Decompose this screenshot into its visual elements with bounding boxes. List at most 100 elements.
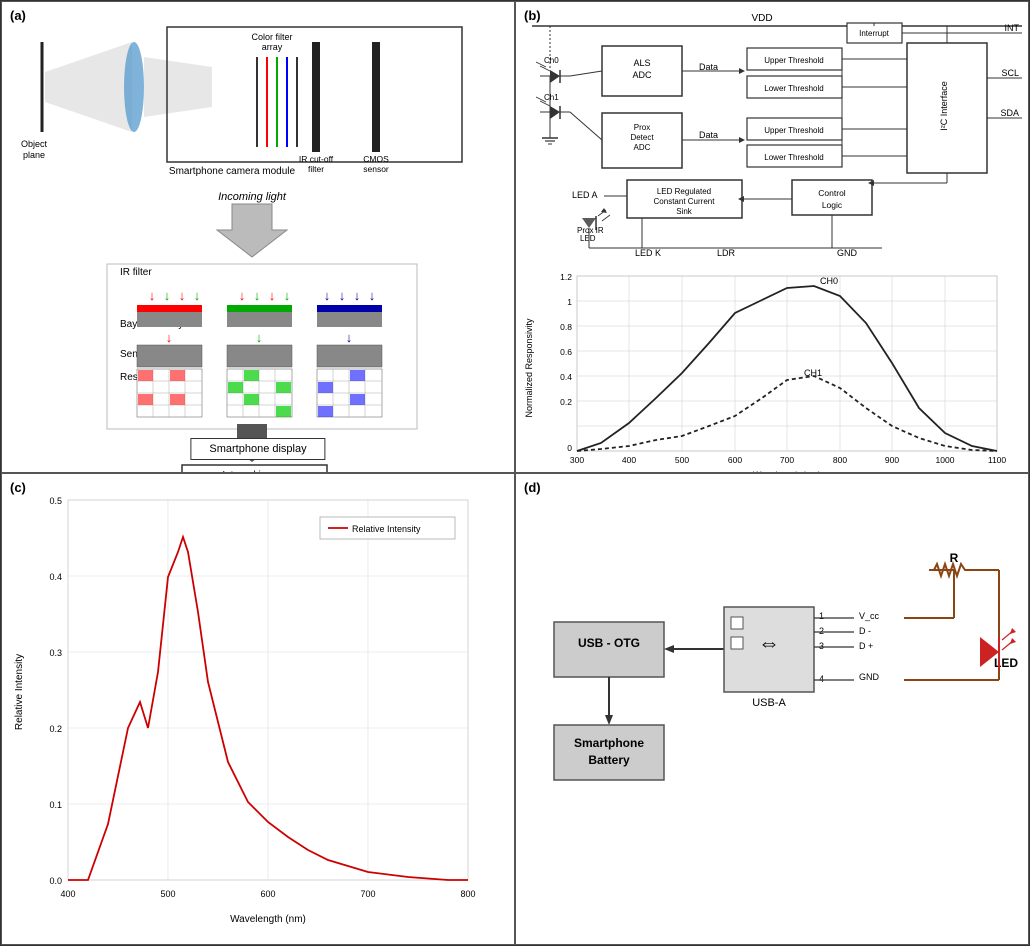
svg-text:3: 3 <box>819 641 824 651</box>
svg-text:0.2: 0.2 <box>560 397 572 407</box>
svg-text:500: 500 <box>675 455 689 465</box>
panel-c-label: (c) <box>10 480 26 495</box>
svg-text:SCL: SCL <box>1001 68 1019 78</box>
svg-text:700: 700 <box>360 889 375 899</box>
svg-text:V_cc: V_cc <box>859 611 880 621</box>
svg-text:Relative Intensity: Relative Intensity <box>352 524 421 534</box>
svg-text:Logic: Logic <box>822 200 843 210</box>
svg-text:Detect: Detect <box>630 133 654 142</box>
svg-text:500: 500 <box>160 889 175 899</box>
svg-text:↓: ↓ <box>269 288 276 303</box>
svg-text:CH0: CH0 <box>820 276 838 286</box>
svg-text:sensor: sensor <box>363 164 389 174</box>
svg-text:I²C Interface: I²C Interface <box>939 81 949 131</box>
responsivity-chart: 1.2 1 0.8 0.6 0.4 0.2 0 300 400 500 600 … <box>522 268 1029 473</box>
svg-text:GND: GND <box>837 248 858 258</box>
svg-text:Relative Intensity: Relative Intensity <box>14 654 25 730</box>
svg-text:plane: plane <box>23 150 45 160</box>
svg-text:0: 0 <box>567 443 572 453</box>
svg-text:Upper Threshold: Upper Threshold <box>764 126 823 135</box>
svg-text:0.3: 0.3 <box>49 648 62 658</box>
svg-text:D +: D + <box>859 641 873 651</box>
smartphone-display-box: Smartphone display <box>190 438 325 460</box>
svg-text:GND: GND <box>859 672 880 682</box>
panel-a-label: (a) <box>10 8 26 23</box>
svg-text:Lower Threshold: Lower Threshold <box>764 84 823 93</box>
svg-text:0.8: 0.8 <box>560 322 572 332</box>
svg-text:array: array <box>262 42 283 52</box>
circuit-diagram: VDD Ch0 Ch1 <box>522 8 1029 268</box>
svg-text:↓: ↓ <box>149 288 156 303</box>
svg-text:↓: ↓ <box>179 288 186 303</box>
svg-text:Prox: Prox <box>634 123 650 132</box>
svg-text:LED K: LED K <box>635 248 661 258</box>
svg-text:LED: LED <box>580 234 596 243</box>
svg-text:USB - OTG: USB - OTG <box>578 636 640 650</box>
svg-text:LED A: LED A <box>572 190 598 200</box>
svg-text:Control: Control <box>818 188 846 198</box>
svg-text:IR cut-off: IR cut-off <box>299 154 334 164</box>
svg-text:D -: D - <box>859 626 871 636</box>
svg-text:1000: 1000 <box>936 455 955 465</box>
svg-text:Smartphone: Smartphone <box>574 736 644 750</box>
panel-d-label: (d) <box>524 480 541 495</box>
svg-text:CH1: CH1 <box>804 368 822 378</box>
svg-text:Object: Object <box>21 139 48 149</box>
main-grid: (a) Object plane Smartphone camera modul… <box>0 0 1030 946</box>
svg-text:↓: ↓ <box>254 288 261 303</box>
panel-b: (b) VDD Ch0 Ch1 <box>515 1 1029 473</box>
svg-text:0.6: 0.6 <box>560 347 572 357</box>
panel-d-diagram: USB - OTG Smartphone Battery ⇔ USB-A 1 <box>524 482 1029 945</box>
svg-text:↓: ↓ <box>369 288 376 303</box>
svg-text:CMOS: CMOS <box>363 154 389 164</box>
svg-text:USB-A: USB-A <box>752 697 786 709</box>
svg-text:INT: INT <box>1005 23 1020 33</box>
svg-text:LED Regulated: LED Regulated <box>657 187 711 196</box>
panel-a: (a) Object plane Smartphone camera modul… <box>1 1 515 473</box>
svg-text:0.4: 0.4 <box>49 572 62 582</box>
svg-text:⇔: ⇔ <box>758 630 780 655</box>
svg-text:4: 4 <box>819 674 824 684</box>
svg-text:700: 700 <box>780 455 794 465</box>
svg-text:Ch1: Ch1 <box>544 93 559 102</box>
svg-text:0.0: 0.0 <box>49 876 62 886</box>
svg-text:Wavelength (nm): Wavelength (nm) <box>230 914 306 925</box>
svg-text:LDR: LDR <box>717 248 736 258</box>
svg-text:ADC: ADC <box>632 70 652 80</box>
svg-text:↓: ↓ <box>166 330 173 345</box>
panel-c-chart: 0.5 0.4 0.3 0.2 0.1 0.0 400 500 600 700 … <box>10 482 500 945</box>
svg-text:Ch0: Ch0 <box>544 56 559 65</box>
svg-text:0.4: 0.4 <box>560 372 572 382</box>
svg-text:300: 300 <box>570 455 584 465</box>
svg-text:Normalized Responsivity: Normalized Responsivity <box>524 318 534 418</box>
svg-text:Lower Threshold: Lower Threshold <box>764 153 823 162</box>
svg-text:0.5: 0.5 <box>49 496 62 506</box>
svg-text:Upper Threshold: Upper Threshold <box>764 56 823 65</box>
svg-text:1100: 1100 <box>988 455 1007 465</box>
svg-text:1.2: 1.2 <box>560 272 572 282</box>
svg-text:Sink: Sink <box>676 207 693 216</box>
svg-text:↓: ↓ <box>346 330 353 345</box>
svg-text:↓: ↓ <box>164 288 171 303</box>
panel-a-diagram: Object plane Smartphone camera module Co… <box>12 12 502 473</box>
svg-text:VDD: VDD <box>751 13 772 24</box>
svg-text:ADC: ADC <box>634 143 651 152</box>
svg-text:Data: Data <box>699 130 718 140</box>
svg-text:Incoming light: Incoming light <box>218 191 287 203</box>
svg-text:SDA: SDA <box>1000 108 1019 118</box>
svg-text:filter: filter <box>308 164 324 174</box>
svg-text:800: 800 <box>460 889 475 899</box>
svg-text:↓: ↓ <box>239 288 246 303</box>
svg-text:↓: ↓ <box>284 288 291 303</box>
svg-text:Smartphone camera module: Smartphone camera module <box>169 166 296 177</box>
svg-text:1: 1 <box>567 297 572 307</box>
svg-text:0.1: 0.1 <box>49 800 62 810</box>
svg-text:IR filter: IR filter <box>120 267 152 278</box>
svg-text:1: 1 <box>819 611 824 621</box>
svg-text:ALS: ALS <box>633 58 650 68</box>
svg-text:LED: LED <box>994 656 1018 670</box>
svg-text:↓: ↓ <box>354 288 361 303</box>
svg-text:900: 900 <box>885 455 899 465</box>
svg-text:Color filter: Color filter <box>251 32 292 42</box>
svg-text:0.2: 0.2 <box>49 724 62 734</box>
